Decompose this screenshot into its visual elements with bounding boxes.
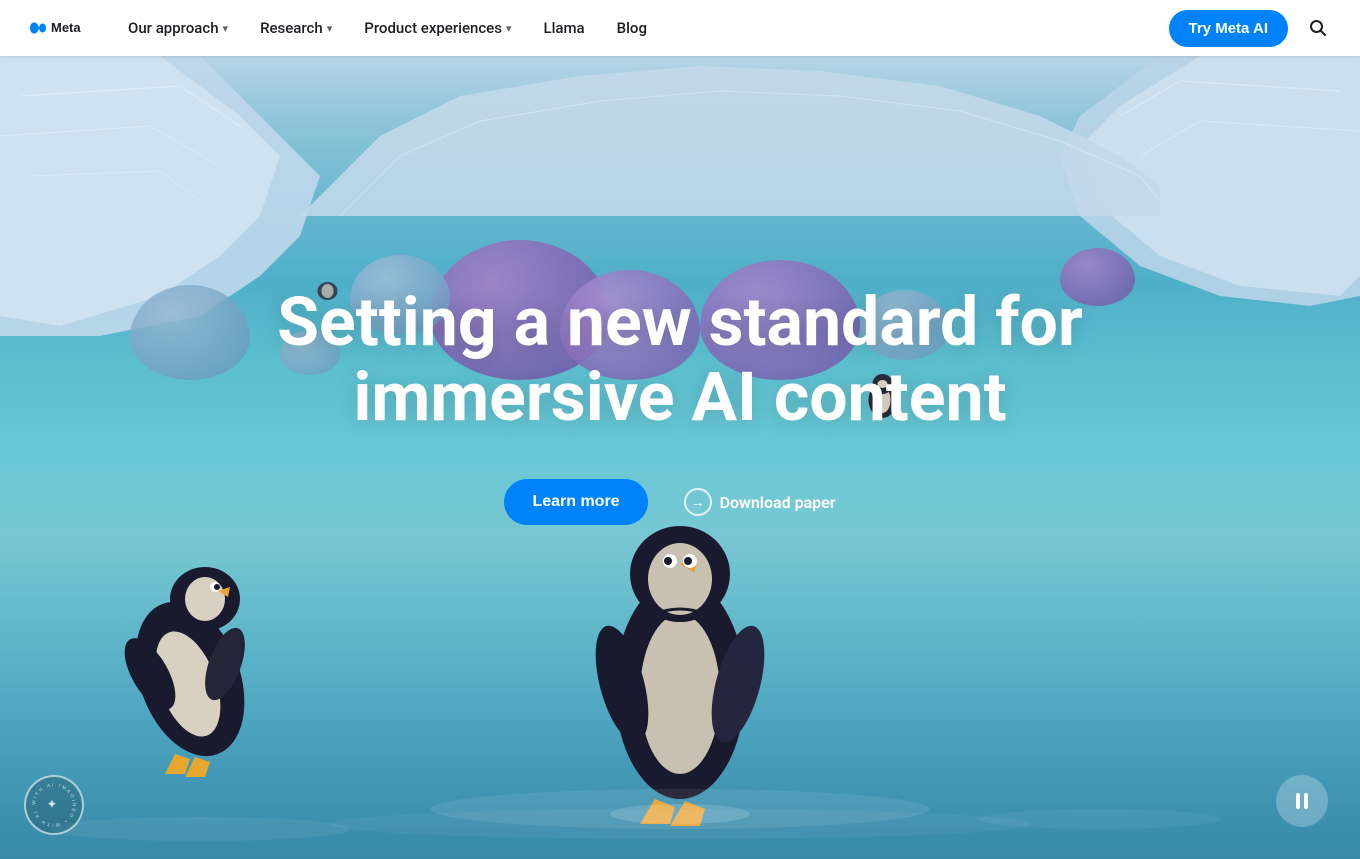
main-nav: Our approach ▾ Research ▾ Product experi… — [116, 11, 1169, 45]
nav-item-research[interactable]: Research ▾ — [248, 11, 344, 45]
hero-title: Setting a new standard for immersive AI … — [230, 285, 1130, 435]
watermark-svg: WITH AI IMAGINED • WITH AI IMAGINED • ✦ — [26, 777, 82, 833]
nav-item-our-approach[interactable]: Our approach ▾ — [116, 11, 240, 45]
chevron-down-icon: ▾ — [223, 22, 229, 35]
arrow-right-icon: → — [684, 488, 712, 516]
nav-label-llama: Llama — [543, 19, 584, 37]
meta-logo[interactable]: Meta — [24, 18, 84, 38]
nav-label-our-approach: Our approach — [128, 19, 219, 37]
pause-bar-left — [1296, 793, 1300, 809]
chevron-down-icon: ▾ — [327, 22, 333, 35]
hero-content: Setting a new standard for immersive AI … — [0, 56, 1360, 859]
pause-bar-right — [1304, 793, 1308, 809]
meta-logo-svg: Meta — [24, 18, 84, 38]
chevron-down-icon: ▾ — [506, 22, 512, 35]
pause-button[interactable] — [1276, 775, 1328, 827]
svg-text:Meta: Meta — [51, 20, 81, 35]
search-icon — [1308, 18, 1328, 38]
navbar-actions: Try Meta AI — [1169, 10, 1336, 47]
nav-label-product-experiences: Product experiences — [364, 19, 502, 37]
nav-label-blog: Blog — [617, 19, 647, 37]
pause-icon — [1296, 793, 1308, 809]
nav-label-research: Research — [260, 19, 323, 37]
watermark-circle: WITH AI IMAGINED • WITH AI IMAGINED • ✦ — [24, 775, 84, 835]
hero-buttons: Learn more → Download paper — [504, 474, 855, 530]
search-button[interactable] — [1300, 10, 1336, 46]
watermark: WITH AI IMAGINED • WITH AI IMAGINED • ✦ — [24, 775, 84, 835]
hero-section: Setting a new standard for immersive AI … — [0, 0, 1360, 859]
nav-item-product-experiences[interactable]: Product experiences ▾ — [352, 11, 523, 45]
try-meta-ai-button[interactable]: Try Meta AI — [1169, 10, 1288, 47]
nav-item-llama[interactable]: Llama — [531, 11, 596, 45]
download-paper-button[interactable]: → Download paper — [664, 474, 856, 530]
svg-text:✦: ✦ — [47, 798, 58, 813]
download-paper-label: Download paper — [720, 493, 836, 512]
navbar: Meta Our approach ▾ Research ▾ Product e… — [0, 0, 1360, 56]
nav-item-blog[interactable]: Blog — [605, 11, 659, 45]
learn-more-button[interactable]: Learn more — [504, 479, 647, 525]
